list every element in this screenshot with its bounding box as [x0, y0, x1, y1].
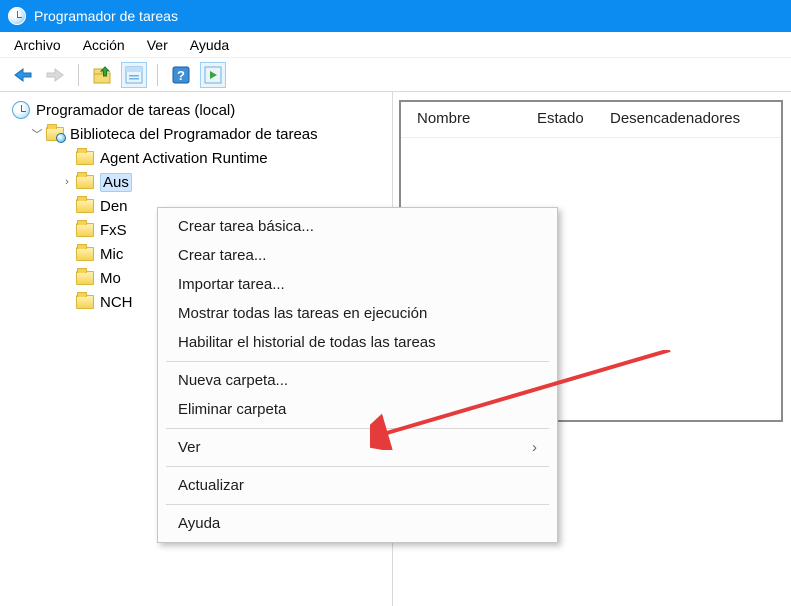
- menu-enable-history[interactable]: Habilitar el historial de todas las tare…: [158, 328, 557, 357]
- tree-root-label: Programador de tareas (local): [36, 102, 235, 119]
- titlebar: Programador de tareas: [0, 0, 791, 32]
- tree-item-label: NCH: [100, 294, 133, 311]
- folder-icon: [76, 271, 94, 285]
- tree-item-label: Mic: [100, 246, 123, 263]
- properties-button[interactable]: [121, 62, 147, 88]
- col-name[interactable]: Nombre: [417, 110, 537, 127]
- folder-icon: [76, 151, 94, 165]
- tree-item[interactable]: Agent Activation Runtime: [6, 146, 392, 170]
- run-button[interactable]: [200, 62, 226, 88]
- menu-file[interactable]: Archivo: [14, 37, 61, 53]
- tree-item-selected[interactable]: › Aus: [6, 170, 392, 194]
- toolbar-separator: [78, 64, 79, 86]
- menu-create-task[interactable]: Crear tarea...: [158, 241, 557, 270]
- collapse-icon[interactable]: ﹀: [30, 126, 44, 142]
- tree-library[interactable]: ﹀ Biblioteca del Programador de tareas: [6, 122, 392, 146]
- task-scheduler-icon: [12, 101, 30, 119]
- tree-item-label: Agent Activation Runtime: [100, 150, 268, 167]
- toolbar: ?: [0, 58, 791, 92]
- tree-item-label: Mo: [100, 270, 121, 287]
- svg-text:?: ?: [177, 68, 185, 83]
- menu-help[interactable]: Ayuda: [158, 509, 557, 538]
- window-title: Programador de tareas: [34, 8, 178, 24]
- forward-button[interactable]: [42, 62, 68, 88]
- menu-separator: [166, 361, 549, 362]
- col-triggers[interactable]: Desencadenadores: [610, 110, 740, 127]
- menu-separator: [166, 428, 549, 429]
- menu-import-task[interactable]: Importar tarea...: [158, 270, 557, 299]
- tree-item-label: Den: [100, 198, 128, 215]
- menu-action[interactable]: Acción: [83, 37, 125, 53]
- help-button[interactable]: ?: [168, 62, 194, 88]
- col-state[interactable]: Estado: [537, 110, 610, 127]
- context-menu: Crear tarea básica... Crear tarea... Imp…: [157, 207, 558, 543]
- menu-separator: [166, 466, 549, 467]
- folder-icon: [76, 247, 94, 261]
- menu-refresh[interactable]: Actualizar: [158, 471, 557, 500]
- folder-icon: [76, 223, 94, 237]
- up-button[interactable]: [89, 62, 115, 88]
- tree-item-label: Aus: [100, 173, 132, 192]
- toolbar-separator: [157, 64, 158, 86]
- menu-view[interactable]: Ver: [147, 37, 168, 53]
- menu-view-submenu[interactable]: Ver›: [158, 433, 557, 462]
- menu-new-folder[interactable]: Nueva carpeta...: [158, 366, 557, 395]
- folder-icon: [76, 199, 94, 213]
- menubar: Archivo Acción Ver Ayuda: [0, 32, 791, 58]
- task-scheduler-icon: [8, 7, 26, 25]
- column-headers: Nombre Estado Desencadenadores: [401, 102, 781, 138]
- menu-create-basic-task[interactable]: Crear tarea básica...: [158, 212, 557, 241]
- tree-library-label: Biblioteca del Programador de tareas: [70, 126, 318, 143]
- chevron-right-icon: ›: [532, 439, 537, 456]
- folder-icon: [76, 175, 94, 189]
- tree-item-label: FxS: [100, 222, 127, 239]
- back-button[interactable]: [10, 62, 36, 88]
- expand-icon[interactable]: ›: [60, 176, 74, 188]
- folder-icon: [76, 295, 94, 309]
- menu-help[interactable]: Ayuda: [190, 37, 229, 53]
- tree-root[interactable]: Programador de tareas (local): [6, 98, 392, 122]
- folder-library-icon: [46, 127, 64, 141]
- menu-delete-folder[interactable]: Eliminar carpeta: [158, 395, 557, 424]
- menu-show-running[interactable]: Mostrar todas las tareas en ejecución: [158, 299, 557, 328]
- menu-separator: [166, 504, 549, 505]
